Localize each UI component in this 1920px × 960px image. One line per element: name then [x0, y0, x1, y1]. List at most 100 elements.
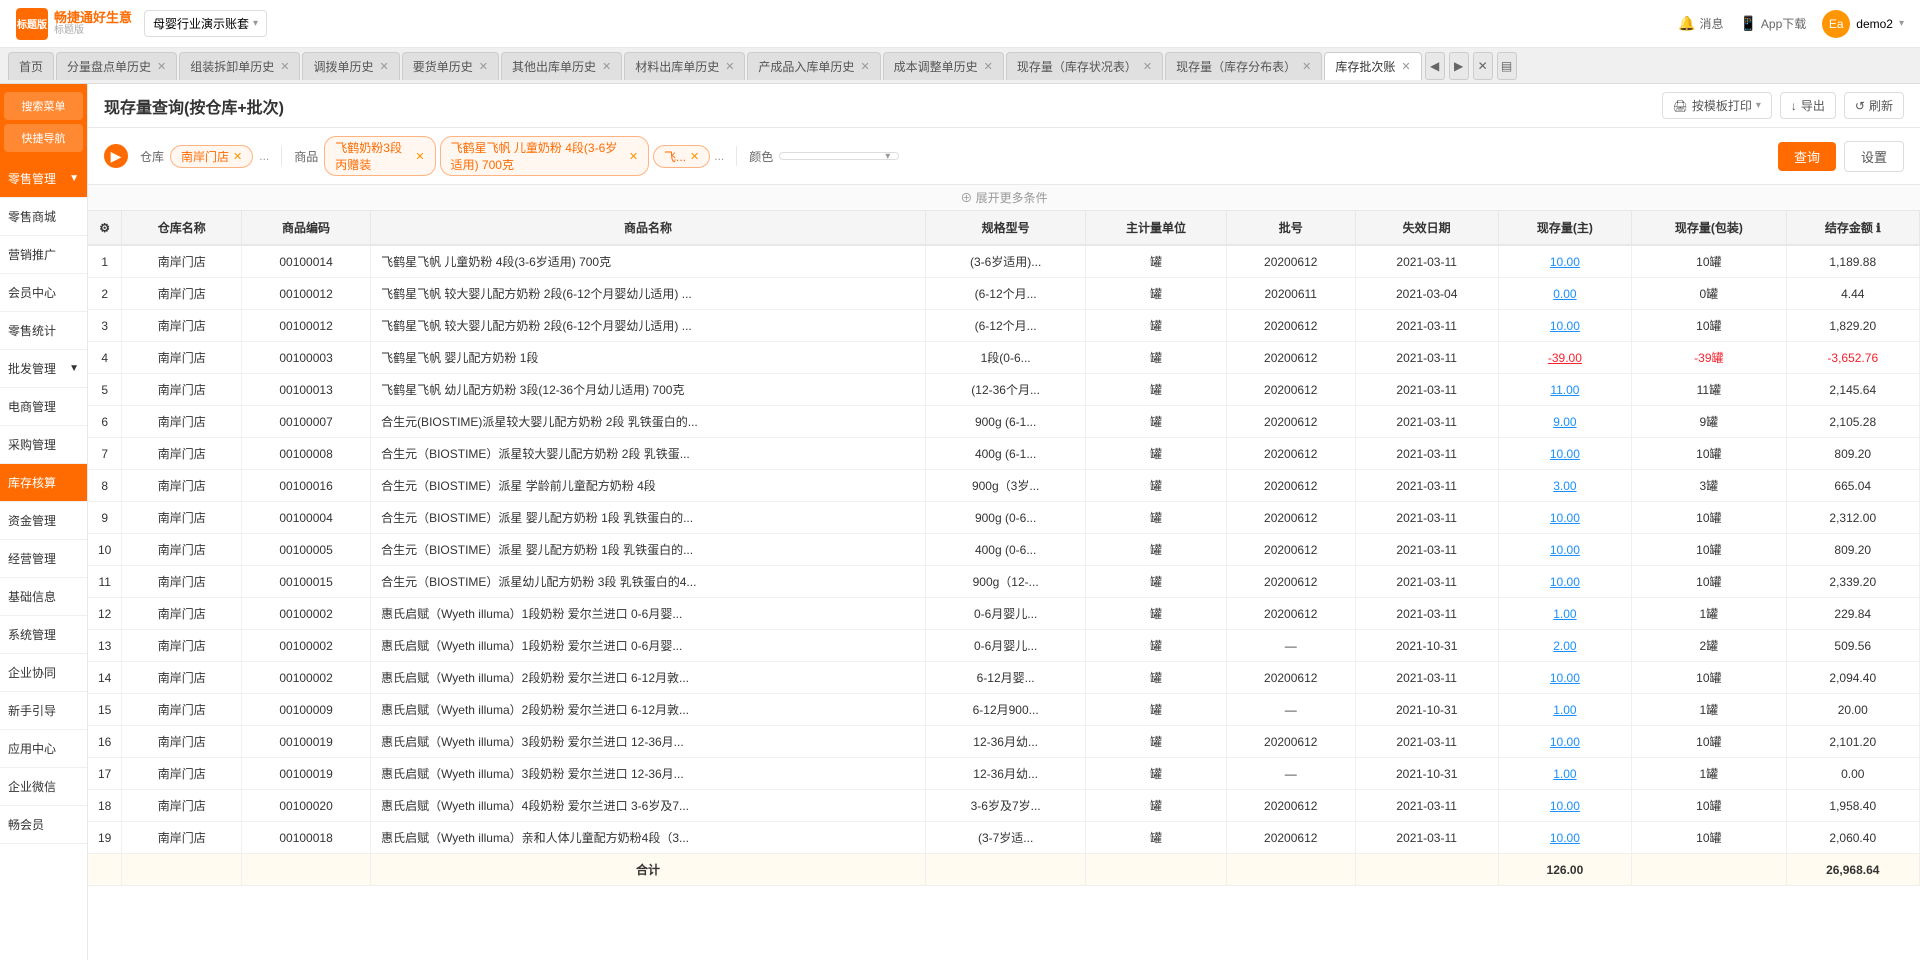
- summary-empty-3: [242, 854, 371, 886]
- tab-4[interactable]: 要货单历史 ✕: [402, 52, 499, 80]
- content-area: 现存量查询(按仓库+批次) 🖨 按模板打印 ▾ ↓ 导出 ↺ 刷新 ▶: [88, 84, 1920, 960]
- sidebar-item-retail-mgmt[interactable]: 零售管理 ▼: [0, 160, 87, 198]
- cell-qty-main-3[interactable]: -39.00: [1498, 342, 1632, 374]
- product-tag-2-close[interactable]: ✕: [629, 150, 638, 163]
- export-button[interactable]: ↓ 导出: [1780, 92, 1836, 119]
- cell-qty-main-15[interactable]: 10.00: [1498, 726, 1632, 758]
- tab-10[interactable]: 现存量（库存分布表） ✕: [1165, 52, 1322, 80]
- cell-qty-main-18[interactable]: 10.00: [1498, 822, 1632, 854]
- tab-nav-prev[interactable]: ◀: [1425, 52, 1445, 80]
- tab-2-close[interactable]: ✕: [280, 60, 289, 73]
- sidebar-item-finance[interactable]: 资金管理: [0, 502, 87, 540]
- cell-warehouse-0: 南岸门店: [122, 245, 242, 278]
- product-tag-3-close[interactable]: ✕: [690, 150, 699, 163]
- cell-qty-main-6[interactable]: 10.00: [1498, 438, 1632, 470]
- sidebar-item-operations[interactable]: 经营管理: [0, 540, 87, 578]
- sidebar-item-wholesale[interactable]: 批发管理 ▼: [0, 350, 87, 388]
- cell-qty-main-1[interactable]: 0.00: [1498, 278, 1632, 310]
- sidebar-item-retail-mall[interactable]: 零售商城: [0, 198, 87, 236]
- cell-qty-main-5[interactable]: 9.00: [1498, 406, 1632, 438]
- messages-button[interactable]: 🔔 消息: [1678, 15, 1723, 32]
- cell-expire-18: 2021-03-11: [1355, 822, 1498, 854]
- product-tag-3[interactable]: 飞... ✕: [653, 145, 710, 168]
- tab-2[interactable]: 组装拆卸单历史 ✕: [179, 52, 300, 80]
- cell-qty-main-2[interactable]: 10.00: [1498, 310, 1632, 342]
- tab-close-current[interactable]: ✕: [1473, 52, 1493, 80]
- template-print-button[interactable]: 🖨 按模板打印 ▾: [1662, 92, 1772, 119]
- query-button[interactable]: 查询: [1778, 142, 1836, 171]
- sidebar-item-enterprise[interactable]: 企业协同: [0, 654, 87, 692]
- tab-1[interactable]: 分量盘点单历史 ✕: [56, 52, 177, 80]
- warehouse-more[interactable]: ...: [259, 149, 269, 163]
- sidebar-item-member[interactable]: 会员中心: [0, 274, 87, 312]
- store-selector[interactable]: 母婴行业演示账套 ▾: [144, 10, 267, 37]
- tab-11-close[interactable]: ✕: [1401, 60, 1410, 73]
- warehouse-tag-close[interactable]: ✕: [233, 150, 242, 163]
- color-selector[interactable]: [779, 152, 899, 160]
- tab-7-close[interactable]: ✕: [860, 60, 869, 73]
- sidebar-item-purchase[interactable]: 采购管理: [0, 426, 87, 464]
- filter-expand-button[interactable]: ▶: [104, 144, 128, 168]
- tab-5-close[interactable]: ✕: [602, 60, 611, 73]
- tab-nav-next[interactable]: ▶: [1449, 52, 1469, 80]
- cell-qty-main-8[interactable]: 10.00: [1498, 502, 1632, 534]
- sidebar-item-guide[interactable]: 新手引导: [0, 692, 87, 730]
- sidebar-item-app-center[interactable]: 应用中心: [0, 730, 87, 768]
- warehouse-filter-tag[interactable]: 南岸门店 ✕: [170, 145, 253, 168]
- sidebar-item-member-app[interactable]: 畅会员: [0, 806, 87, 844]
- sidebar-item-wechat[interactable]: 企业微信: [0, 768, 87, 806]
- user-chevron-icon: ▾: [1899, 18, 1904, 29]
- sidebar-item-ecommerce[interactable]: 电商管理: [0, 388, 87, 426]
- user-area[interactable]: Ea demo2 ▾: [1822, 10, 1904, 38]
- tab-8-close[interactable]: ✕: [984, 60, 993, 73]
- product-more[interactable]: ...: [714, 149, 724, 163]
- settings-button[interactable]: 设置: [1844, 141, 1904, 172]
- cell-qty-main-0[interactable]: 10.00: [1498, 245, 1632, 278]
- tab-3[interactable]: 调拨单历史 ✕: [302, 52, 399, 80]
- sidebar-nav-button[interactable]: 快捷导航: [4, 124, 83, 152]
- refresh-icon: ↺: [1855, 99, 1865, 113]
- product-tag-1[interactable]: 飞鹤奶粉3段丙赠装 ✕: [324, 136, 435, 176]
- cell-qty-main-4[interactable]: 11.00: [1498, 374, 1632, 406]
- product-tag-1-close[interactable]: ✕: [415, 150, 424, 163]
- sidebar-item-basic-info[interactable]: 基础信息: [0, 578, 87, 616]
- cell-qty-main-12[interactable]: 2.00: [1498, 630, 1632, 662]
- tab-11-active[interactable]: 库存批次账 ✕: [1324, 52, 1421, 80]
- cell-qty-main-11[interactable]: 1.00: [1498, 598, 1632, 630]
- cell-batch-5: 20200612: [1226, 406, 1355, 438]
- cell-qty-main-13[interactable]: 10.00: [1498, 662, 1632, 694]
- sidebar-item-system[interactable]: 系统管理: [0, 616, 87, 654]
- tab-9-close[interactable]: ✕: [1143, 60, 1152, 73]
- col-settings[interactable]: ⚙: [88, 211, 122, 245]
- product-tag-2[interactable]: 飞鹤星飞帆 儿童奶粉 4段(3-6岁适用) 700克 ✕: [440, 136, 649, 176]
- cell-qty-main-14[interactable]: 1.00: [1498, 694, 1632, 726]
- cell-qty-main-7[interactable]: 3.00: [1498, 470, 1632, 502]
- sidebar-item-marketing[interactable]: 营销推广: [0, 236, 87, 274]
- tab-4-close[interactable]: ✕: [479, 60, 488, 73]
- tab-home[interactable]: 首页: [8, 52, 54, 80]
- top-bar-left: 标题版 畅捷通好生意 标题版 母婴行业演示账套 ▾: [16, 8, 267, 40]
- tab-10-close[interactable]: ✕: [1302, 60, 1311, 73]
- sidebar-item-inventory[interactable]: 库存核算: [0, 464, 87, 502]
- tab-menu[interactable]: ▤: [1497, 52, 1517, 80]
- app-download-button[interactable]: 📱 App下载: [1739, 15, 1806, 32]
- tab-8[interactable]: 成本调整单历史 ✕: [883, 52, 1004, 80]
- tab-9[interactable]: 现存量（库存状况表） ✕: [1006, 52, 1163, 80]
- cell-qty-main-10[interactable]: 10.00: [1498, 566, 1632, 598]
- tab-5[interactable]: 其他出库单历史 ✕: [501, 52, 622, 80]
- tab-6-close[interactable]: ✕: [725, 60, 734, 73]
- cell-spec-1: (6-12个月...: [926, 278, 1086, 310]
- cell-qty-main-17[interactable]: 10.00: [1498, 790, 1632, 822]
- tab-3-close[interactable]: ✕: [380, 60, 389, 73]
- tab-6[interactable]: 材料出库单历史 ✕: [624, 52, 745, 80]
- cell-qty-main-16[interactable]: 1.00: [1498, 758, 1632, 790]
- cell-warehouse-13: 南岸门店: [122, 662, 242, 694]
- tab-1-close[interactable]: ✕: [157, 60, 166, 73]
- sidebar-item-retail-stats[interactable]: 零售统计: [0, 312, 87, 350]
- expand-more-button[interactable]: ⊕ 展开更多条件: [960, 189, 1047, 206]
- refresh-button[interactable]: ↺ 刷新: [1844, 92, 1904, 119]
- cell-qty-main-9[interactable]: 10.00: [1498, 534, 1632, 566]
- tab-7[interactable]: 产成品入库单历史 ✕: [747, 52, 880, 80]
- cell-amount-11: 229.84: [1786, 598, 1919, 630]
- sidebar-search-button[interactable]: 搜索菜单: [4, 92, 83, 120]
